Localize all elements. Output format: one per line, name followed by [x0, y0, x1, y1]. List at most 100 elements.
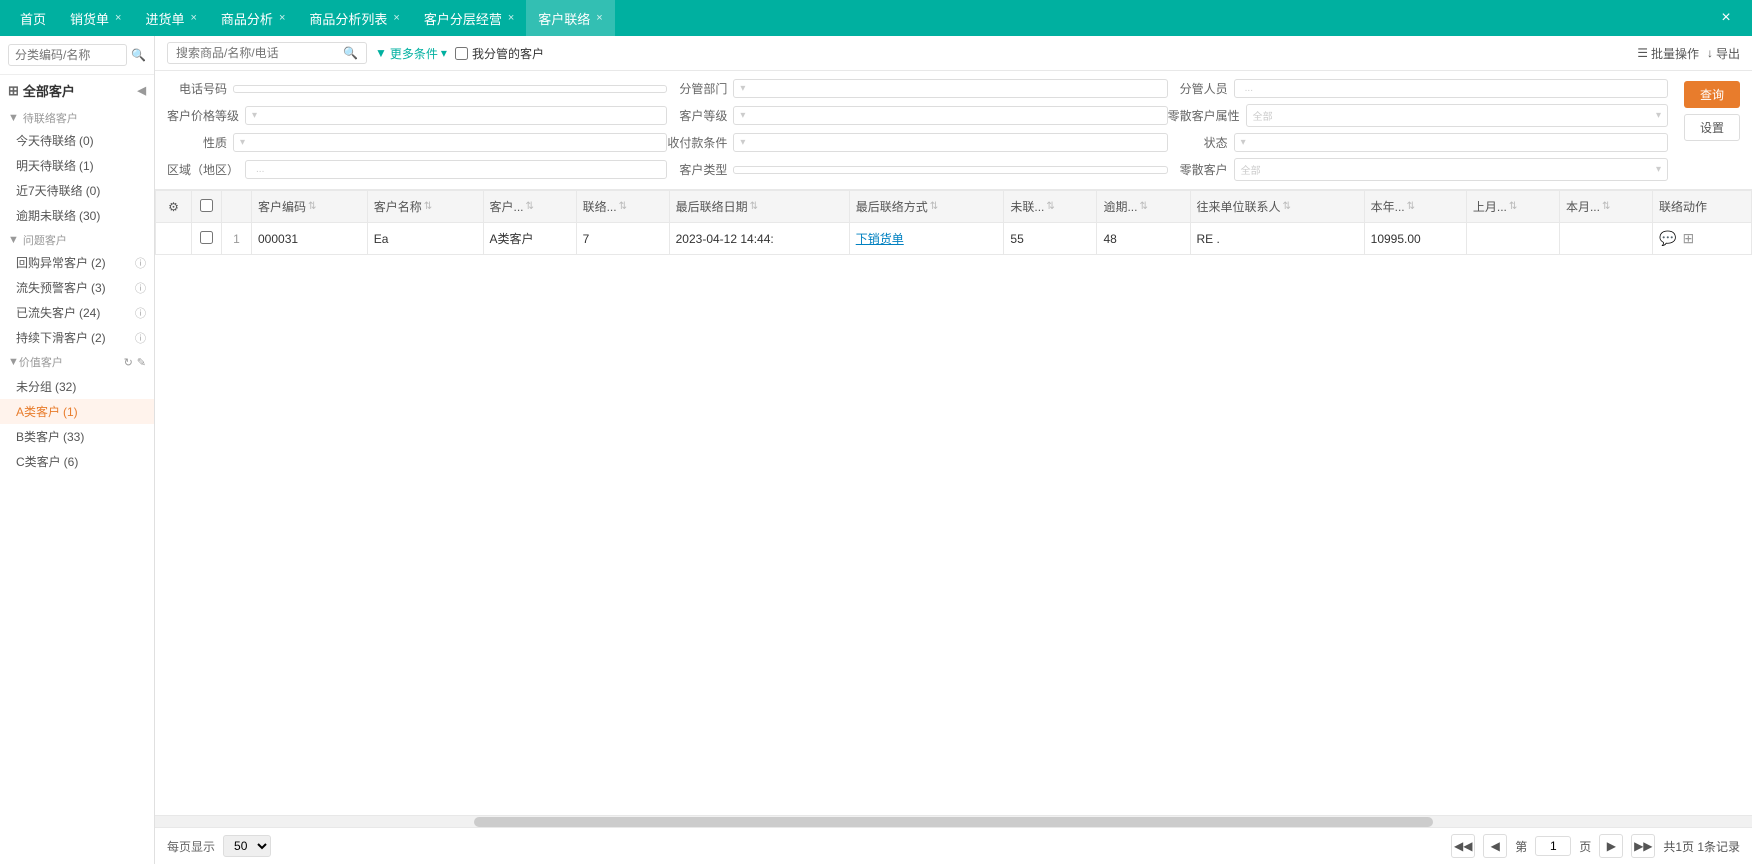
churn-warning-info-icon[interactable]: ⓘ: [135, 280, 146, 296]
sidebar-item-b-class[interactable]: B类客户 (33): [0, 424, 154, 449]
query-button[interactable]: 查询: [1684, 81, 1740, 108]
sidebar-item-7day-contact[interactable]: 近7天待联络 (0): [0, 178, 154, 203]
last-page-button[interactable]: ▶▶: [1631, 834, 1655, 858]
col-unit-contact[interactable]: 往来单位联系人 ⇅: [1190, 191, 1364, 223]
close-purchase-tab[interactable]: ×: [190, 12, 196, 24]
window-close-button[interactable]: ×: [1708, 0, 1744, 36]
col-last-method[interactable]: 最后联络方式 ⇅: [849, 191, 1004, 223]
sidebar-search-icon[interactable]: 🔍: [131, 48, 146, 62]
sidebar-item-churn-warning[interactable]: 流失预警客户 (3) ⓘ: [0, 275, 154, 300]
more-filters-button[interactable]: ▼ 更多条件 ▾: [375, 45, 447, 62]
close-customer-tier-tab[interactable]: ×: [508, 12, 514, 24]
export-button[interactable]: ↓ 导出: [1707, 45, 1740, 62]
col-this-month[interactable]: 本月... ⇅: [1559, 191, 1652, 223]
close-customer-contact-tab[interactable]: ×: [596, 12, 602, 24]
sidebar-item-repurchase-abnormal[interactable]: 回购异常客户 (2) ⓘ: [0, 250, 154, 275]
page-number-input[interactable]: [1535, 836, 1571, 856]
close-sales-tab[interactable]: ×: [115, 12, 121, 24]
col-customer-code[interactable]: 客户编码 ⇅: [252, 191, 368, 223]
prev-page-button[interactable]: ◀: [1483, 834, 1507, 858]
all-customers-header[interactable]: ⊞ 全部客户 ◀: [0, 75, 154, 106]
filter-retail-attr-select[interactable]: 全部 ▾: [1246, 104, 1668, 127]
select-all-checkbox[interactable]: [200, 199, 213, 212]
col-customer-name[interactable]: 客户名称 ⇅: [367, 191, 483, 223]
h-scroll-thumb[interactable]: [474, 817, 1432, 827]
filter-dept-select[interactable]: ▾: [733, 79, 1167, 98]
col-action: 联络动作: [1653, 191, 1752, 223]
nav-home[interactable]: 首页: [8, 0, 58, 36]
main-search-input[interactable]: [176, 46, 343, 60]
filter-person-input[interactable]: ...: [1234, 79, 1668, 98]
sidebar-item-unclassified[interactable]: 未分组 (32): [0, 374, 154, 399]
sidebar-item-today-contact[interactable]: 今天待联络 (0): [0, 128, 154, 153]
col-overdue[interactable]: 逾期... ⇅: [1097, 191, 1190, 223]
collapse-sidebar-icon[interactable]: ◀: [138, 84, 146, 97]
setting-button[interactable]: 设置: [1684, 114, 1740, 141]
sidebar-search-input[interactable]: [8, 44, 127, 66]
nav-tab-customer-contact[interactable]: 客户联络 ×: [526, 0, 614, 36]
sidebar-item-tomorrow-contact[interactable]: 明天待联络 (1): [0, 153, 154, 178]
filter-customer-type-input[interactable]: [733, 166, 1167, 174]
edit-icon[interactable]: ✎: [137, 356, 146, 369]
next-page-button[interactable]: ▶: [1599, 834, 1623, 858]
nav-tab-purchase[interactable]: 进货单 ×: [133, 0, 208, 36]
my-customer-checkbox-area[interactable]: 我分管的客户: [455, 45, 544, 62]
region-dots-icon[interactable]: ...: [256, 164, 264, 175]
sidebar-item-overdue-contact[interactable]: 逾期未联络 (30): [0, 203, 154, 228]
qr-icon[interactable]: ⊞: [1682, 230, 1694, 247]
row-checkbox[interactable]: [200, 231, 213, 244]
sidebar-item-a-class[interactable]: A类客户 (1): [0, 399, 154, 424]
filter-phone-input[interactable]: [233, 85, 667, 93]
sidebar-item-churned[interactable]: 已流失客户 (24) ⓘ: [0, 300, 154, 325]
nav-tab-analysis-list[interactable]: 商品分析列表 ×: [297, 0, 411, 36]
my-customer-checkbox[interactable]: [455, 47, 468, 60]
row-checkbox-cell[interactable]: [192, 223, 222, 255]
nav-tab-customer-tier[interactable]: 客户分层经营 ×: [412, 0, 526, 36]
declining-info-icon[interactable]: ⓘ: [135, 330, 146, 346]
close-analysis-tab[interactable]: ×: [279, 12, 285, 24]
per-page-select[interactable]: 50: [223, 835, 271, 857]
filter-retail-customer-select[interactable]: 全部 ▾: [1234, 158, 1668, 181]
gear-icon[interactable]: ⚙: [168, 200, 179, 214]
row-last-method[interactable]: 下销货单: [849, 223, 1004, 255]
message-icon[interactable]: 💬: [1659, 230, 1676, 247]
refresh-icon[interactable]: ↻: [124, 356, 133, 369]
today-contact-text: 今天待联络: [16, 132, 76, 149]
filter-nature: 性质 ▾: [167, 133, 667, 152]
sidebar-item-c-class[interactable]: C类客户 (6): [0, 449, 154, 474]
col-last-month[interactable]: 上月... ⇅: [1466, 191, 1559, 223]
first-page-button[interactable]: ◀◀: [1451, 834, 1475, 858]
repurchase-info-icon[interactable]: ⓘ: [135, 255, 146, 271]
col-gear[interactable]: ⚙: [156, 191, 192, 223]
filter-price-grade-select[interactable]: ▾: [245, 106, 667, 125]
col-no-contact[interactable]: 未联... ⇅: [1004, 191, 1097, 223]
filter-payment-select[interactable]: ▾: [733, 133, 1167, 152]
nav-tab-sales[interactable]: 销货单 ×: [58, 0, 133, 36]
col-overdue-label: 逾期...: [1103, 198, 1137, 215]
person-dots-icon[interactable]: ...: [1245, 83, 1253, 94]
main-search-icon[interactable]: 🔍: [343, 46, 358, 60]
col-contact-count[interactable]: 联络... ⇅: [576, 191, 669, 223]
col-this-year[interactable]: 本年... ⇅: [1364, 191, 1466, 223]
total-records-label: 共1页 1条记录: [1663, 838, 1740, 855]
filter-status-select[interactable]: ▾: [1234, 133, 1668, 152]
row-last-method-link[interactable]: 下销货单: [856, 232, 904, 246]
repurchase-text: 回购异常客户: [16, 254, 88, 271]
sidebar-item-declining[interactable]: 持续下滑客户 (2) ⓘ: [0, 325, 154, 350]
col-checkbox[interactable]: [192, 191, 222, 223]
filter-region-input[interactable]: ...: [245, 160, 667, 179]
col-customer-type[interactable]: 客户... ⇅: [483, 191, 576, 223]
problem-customer-group[interactable]: ▼ 问题客户: [0, 228, 154, 250]
close-analysis-list-tab[interactable]: ×: [393, 12, 399, 24]
batch-op-button[interactable]: ☰ 批量操作: [1637, 45, 1699, 62]
problem-customer-label: 问题客户: [23, 232, 67, 248]
b-class-count: (33): [63, 430, 84, 444]
churned-info-icon[interactable]: ⓘ: [135, 305, 146, 321]
pending-contact-group[interactable]: ▼ 待联络客户: [0, 106, 154, 128]
col-last-date[interactable]: 最后联络日期 ⇅: [669, 191, 849, 223]
nav-tab-analysis[interactable]: 商品分析 ×: [209, 0, 297, 36]
filter-panel: 电话号码 分管部门 ▾ 分管人员 ...: [155, 71, 1752, 190]
filter-nature-select[interactable]: ▾: [233, 133, 667, 152]
filter-customer-grade-select[interactable]: ▾: [733, 106, 1167, 125]
filter-action-buttons: 查询 设置: [1684, 79, 1740, 181]
